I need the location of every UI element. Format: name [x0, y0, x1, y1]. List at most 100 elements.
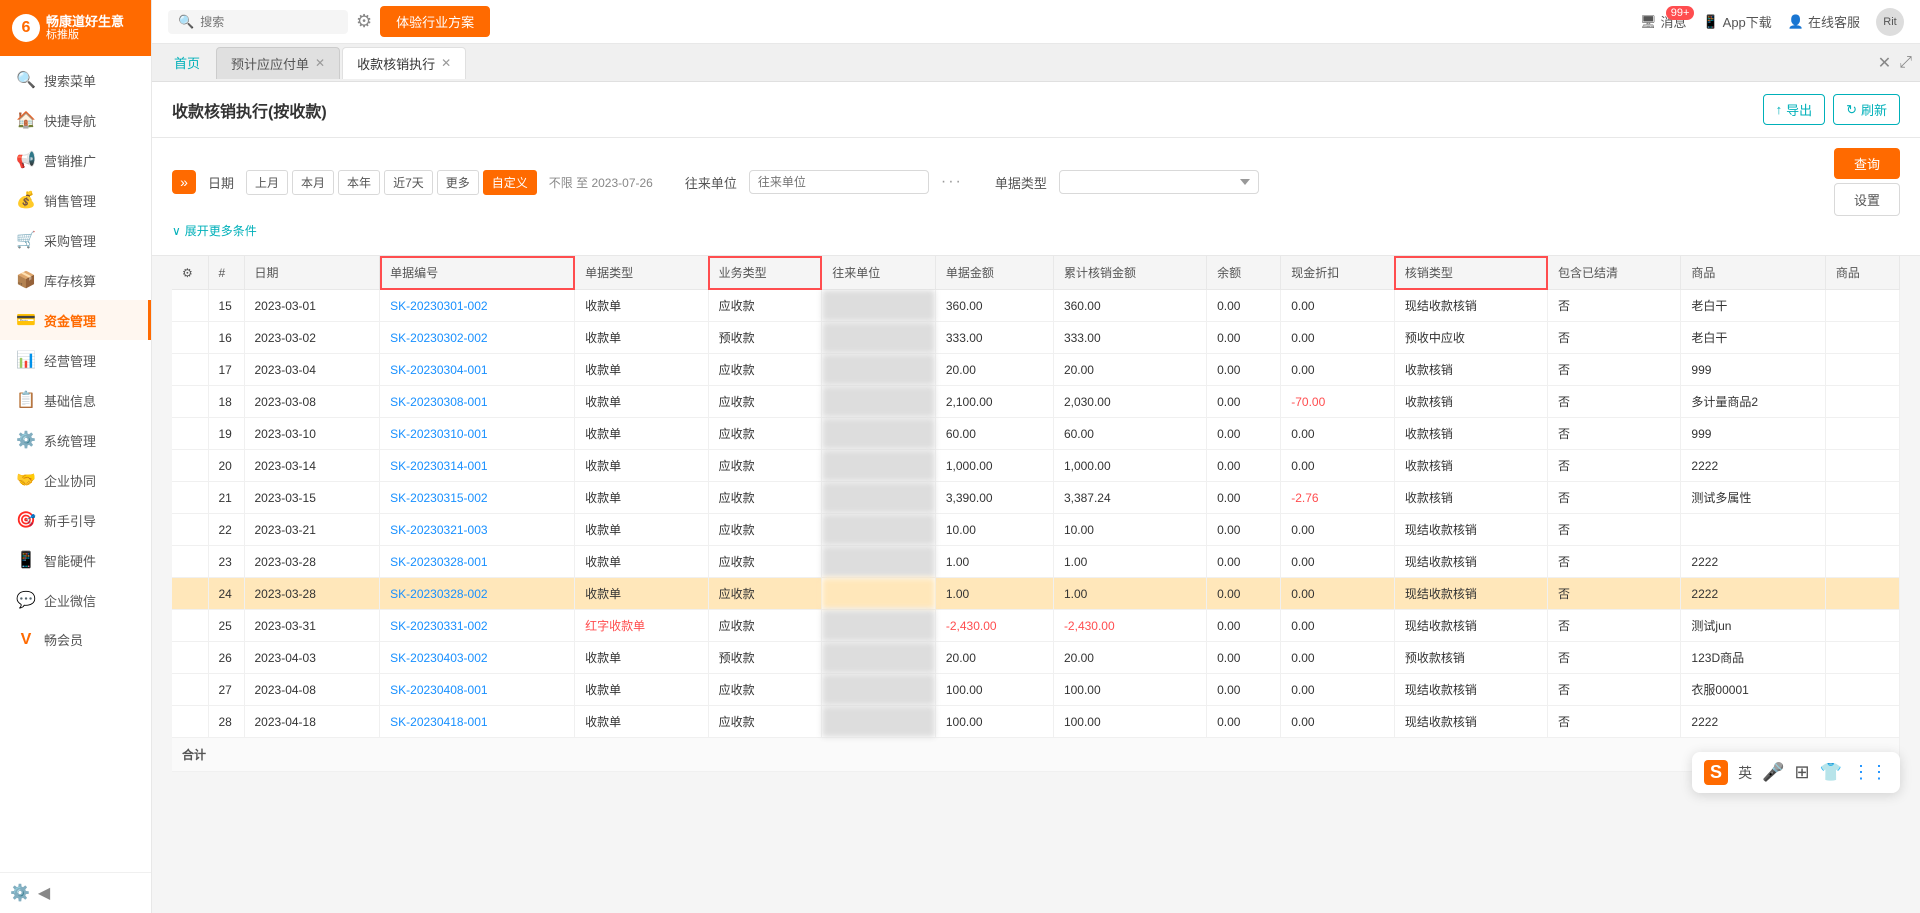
- table-cell: [1825, 322, 1899, 354]
- query-button[interactable]: 查询: [1834, 148, 1900, 179]
- date-btn-more[interactable]: 更多: [437, 170, 479, 195]
- table-row[interactable]: 282023-04-18SK-20230418-001收款单应收款████100…: [172, 706, 1900, 738]
- table-row[interactable]: 242023-03-28SK-20230328-002收款单应收款████1.0…: [172, 578, 1900, 610]
- sougou-icon[interactable]: S: [1704, 760, 1728, 785]
- export-button[interactable]: ↑ 导出: [1763, 94, 1826, 125]
- table-row[interactable]: 252023-03-31SK-20230331-002红字收款单应收款████-…: [172, 610, 1900, 642]
- gear-icon-table[interactable]: ⚙: [182, 266, 193, 280]
- order-no-link[interactable]: SK-20230331-002: [390, 619, 487, 633]
- sidebar-item-inventory[interactable]: 📦 库存核算: [0, 260, 151, 300]
- table-row[interactable]: 232023-03-28SK-20230328-001收款单应收款████1.0…: [172, 546, 1900, 578]
- table-cell[interactable]: SK-20230328-002: [380, 578, 575, 610]
- sidebar-item-nav[interactable]: 🏠 快捷导航: [0, 100, 151, 140]
- order-no-link[interactable]: SK-20230418-001: [390, 715, 487, 729]
- table-cell[interactable]: SK-20230321-003: [380, 514, 575, 546]
- date-btn-custom[interactable]: 自定义: [483, 170, 537, 195]
- refresh-button[interactable]: ↻ 刷新: [1833, 94, 1900, 125]
- tab-payable-close[interactable]: ✕: [315, 56, 325, 70]
- order-no-link[interactable]: SK-20230408-001: [390, 683, 487, 697]
- filter-toggle-btn[interactable]: »: [172, 170, 196, 194]
- tab-close-all-icon[interactable]: ✕: [1878, 53, 1891, 73]
- sidebar-item-sales[interactable]: 💰 销售管理: [0, 180, 151, 220]
- setting-button[interactable]: 设置: [1834, 183, 1900, 216]
- table-row[interactable]: 262023-04-03SK-20230403-002收款单预收款████20.…: [172, 642, 1900, 674]
- table-cell[interactable]: SK-20230418-001: [380, 706, 575, 738]
- order-no-link[interactable]: SK-20230314-001: [390, 459, 487, 473]
- sidebar-item-member[interactable]: V 畅会员: [0, 620, 151, 659]
- table-row[interactable]: 192023-03-10SK-20230310-001收款单应收款████60.…: [172, 418, 1900, 450]
- table-cell[interactable]: SK-20230315-002: [380, 482, 575, 514]
- table-row[interactable]: 152023-03-01SK-20230301-002收款单应收款████360…: [172, 290, 1900, 322]
- date-btn-this-year[interactable]: 本年: [338, 170, 380, 195]
- user-avatar[interactable]: Rit: [1876, 8, 1904, 36]
- sidebar-item-purchase[interactable]: 🛒 采购管理: [0, 220, 151, 260]
- date-btn-last-month[interactable]: 上月: [246, 170, 288, 195]
- tab-payable[interactable]: 预计应应付单 ✕: [216, 47, 340, 79]
- sidebar-item-enterprise[interactable]: 🤝 企业协同: [0, 460, 151, 500]
- tab-expand-icon[interactable]: ⤢: [1899, 54, 1912, 72]
- table-cell[interactable]: SK-20230302-002: [380, 322, 575, 354]
- tab-collection[interactable]: 收款核销执行 ✕: [342, 47, 466, 79]
- table-row[interactable]: 202023-03-14SK-20230314-001收款单应收款████1,0…: [172, 450, 1900, 482]
- order-no-link[interactable]: SK-20230315-002: [390, 491, 487, 505]
- table-cell[interactable]: SK-20230314-001: [380, 450, 575, 482]
- date-btn-7days[interactable]: 近7天: [384, 170, 433, 195]
- sidebar-item-hardware[interactable]: 📱 智能硬件: [0, 540, 151, 580]
- unit-input[interactable]: [749, 170, 929, 194]
- sidebar-item-marketing[interactable]: 📢 营销推广: [0, 140, 151, 180]
- receipt-type-select[interactable]: [1059, 170, 1259, 194]
- sidebar-item-search[interactable]: 🔍 搜索菜单: [0, 60, 151, 100]
- mic-icon[interactable]: 🎤: [1762, 762, 1784, 783]
- shirt-icon[interactable]: 👕: [1820, 762, 1842, 783]
- apps-icon[interactable]: ⋮⋮: [1852, 762, 1888, 783]
- table-cell[interactable]: SK-20230403-002: [380, 642, 575, 674]
- message-item[interactable]: 🖥 消息 99+: [1640, 12, 1687, 31]
- sidebar-item-finance[interactable]: 💳 资金管理: [0, 300, 151, 340]
- order-no-link[interactable]: SK-20230328-001: [390, 555, 487, 569]
- sidebar-item-guide[interactable]: 🎯 新手引导: [0, 500, 151, 540]
- table-row[interactable]: 222023-03-21SK-20230321-003收款单应收款████10.…: [172, 514, 1900, 546]
- logo-title: 畅康道好生意: [46, 14, 124, 30]
- sidebar-item-system[interactable]: ⚙️ 系统管理: [0, 420, 151, 460]
- table-cell[interactable]: SK-20230328-001: [380, 546, 575, 578]
- table-cell[interactable]: SK-20230308-001: [380, 386, 575, 418]
- gear-icon-topbar[interactable]: ⚙: [356, 11, 372, 32]
- tab-collection-close[interactable]: ✕: [441, 56, 451, 70]
- order-no-link[interactable]: SK-20230321-003: [390, 523, 487, 537]
- search-input[interactable]: [200, 15, 320, 29]
- collapse-icon[interactable]: ◀: [38, 883, 50, 903]
- table-row[interactable]: 272023-04-08SK-20230408-001收款单应收款████100…: [172, 674, 1900, 706]
- table-cell[interactable]: SK-20230408-001: [380, 674, 575, 706]
- table-cell[interactable]: SK-20230310-001: [380, 418, 575, 450]
- main-area: 🔍 ⚙ 体验行业方案 🖥 消息 99+ 📱 App下载 👤 在线客服 Rit: [152, 0, 1920, 913]
- service-item[interactable]: 👤 在线客服: [1788, 12, 1860, 31]
- tab-home[interactable]: 首页: [160, 47, 214, 79]
- app-download-item[interactable]: 📱 App下载: [1702, 12, 1771, 31]
- order-no-link[interactable]: SK-20230301-002: [390, 299, 487, 313]
- order-no-link[interactable]: SK-20230328-002: [390, 587, 487, 601]
- sidebar-item-basic[interactable]: 📋 基础信息: [0, 380, 151, 420]
- expand-more-btn[interactable]: ∨ 展开更多条件: [172, 222, 1900, 239]
- sidebar-item-operation[interactable]: 📊 经营管理: [0, 340, 151, 380]
- table-row[interactable]: 172023-03-04SK-20230304-001收款单应收款████20.…: [172, 354, 1900, 386]
- dots-icon[interactable]: ···: [941, 173, 963, 191]
- order-no-link[interactable]: SK-20230308-001: [390, 395, 487, 409]
- order-no-link[interactable]: SK-20230304-001: [390, 363, 487, 377]
- table-cell[interactable]: SK-20230331-002: [380, 610, 575, 642]
- table-cell[interactable]: SK-20230301-002: [380, 290, 575, 322]
- date-btn-this-month[interactable]: 本月: [292, 170, 334, 195]
- th-gear[interactable]: ⚙: [172, 256, 208, 290]
- table-row[interactable]: 182023-03-08SK-20230308-001收款单应收款████2,1…: [172, 386, 1900, 418]
- keyboard-icon[interactable]: ⊞: [1794, 762, 1809, 783]
- settings-footer-icon[interactable]: ⚙️: [10, 883, 30, 903]
- th-verify-type: 核销类型: [1394, 256, 1547, 290]
- table-row[interactable]: 162023-03-02SK-20230302-002收款单预收款████333…: [172, 322, 1900, 354]
- english-icon[interactable]: 英: [1738, 763, 1752, 783]
- order-no-link[interactable]: SK-20230310-001: [390, 427, 487, 441]
- order-no-link[interactable]: SK-20230302-002: [390, 331, 487, 345]
- order-no-link[interactable]: SK-20230403-002: [390, 651, 487, 665]
- table-cell[interactable]: SK-20230304-001: [380, 354, 575, 386]
- table-row[interactable]: 212023-03-15SK-20230315-002收款单应收款████3,3…: [172, 482, 1900, 514]
- sidebar-item-wechat[interactable]: 💬 企业微信: [0, 580, 151, 620]
- solution-button[interactable]: 体验行业方案: [380, 6, 490, 37]
